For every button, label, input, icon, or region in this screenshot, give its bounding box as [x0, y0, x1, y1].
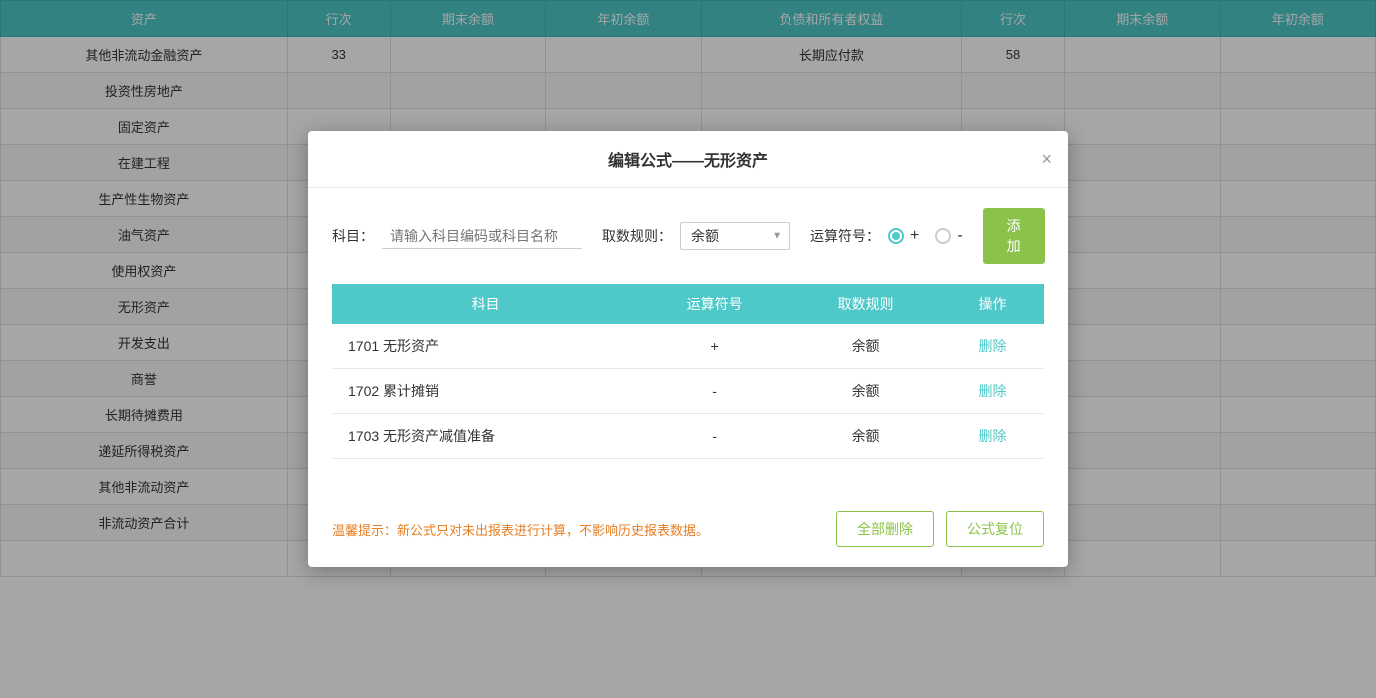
table-row: 1703 无形资产减值准备-余额 删除 — [332, 414, 1044, 459]
rule-select-wrapper: 余额 借方 贷方 借方发生额 贷方发生额 ▼ — [680, 222, 790, 250]
modal-body: 科目： 取数规则： 余额 借方 贷方 借方发生额 贷方发生额 ▼ — [308, 188, 1068, 499]
operator-radio-group: + - — [888, 227, 963, 245]
operator-label: 运算符号： — [810, 226, 880, 246]
reset-formula-button[interactable]: 公式复位 — [946, 511, 1044, 547]
rule-group: 取数规则： 余额 借方 贷方 借方发生额 贷方发生额 ▼ — [602, 222, 790, 250]
row-rule: 余额 — [790, 369, 941, 414]
modal-header: 编辑公式——无形资产 × — [308, 131, 1068, 188]
table-header-subject: 科目 — [332, 284, 639, 324]
table-row: 1702 累计摊销-余额 删除 — [332, 369, 1044, 414]
row-subject: 1703 无形资产减值准备 — [332, 414, 639, 459]
operator-minus-label: - — [957, 227, 962, 245]
table-header-operator: 运算符号 — [639, 284, 790, 324]
footer-buttons: 全部删除 公式复位 — [836, 511, 1044, 547]
subject-input[interactable] — [382, 224, 582, 249]
delete-row-button[interactable]: 删除 — [979, 426, 1007, 446]
rule-select[interactable]: 余额 借方 贷方 借方发生额 贷方发生额 — [680, 222, 790, 250]
row-action: 删除 — [941, 324, 1044, 369]
hint-text: 温馨提示：新公式只对未出报表进行计算，不影响历史报表数据。 — [332, 520, 709, 539]
subject-label: 科目： — [332, 226, 374, 246]
row-operator: + — [639, 324, 790, 369]
delete-all-button[interactable]: 全部删除 — [836, 511, 934, 547]
modal-title: 编辑公式——无形资产 — [608, 153, 768, 170]
delete-row-button[interactable]: 删除 — [979, 381, 1007, 401]
row-subject: 1701 无形资产 — [332, 324, 639, 369]
operator-plus-radio[interactable]: + — [888, 227, 919, 245]
subject-group: 科目： — [332, 224, 582, 249]
modal-close-button[interactable]: × — [1041, 150, 1052, 168]
rule-label: 取数规则： — [602, 226, 672, 246]
delete-row-button[interactable]: 删除 — [979, 336, 1007, 356]
modal-dialog: 编辑公式——无形资产 × 科目： 取数规则： 余额 借方 贷方 — [308, 131, 1068, 567]
operator-minus-radio[interactable]: - — [935, 227, 962, 245]
add-button[interactable]: 添加 — [983, 208, 1045, 264]
modal-footer: 温馨提示：新公式只对未出报表进行计算，不影响历史报表数据。 全部删除 公式复位 — [308, 499, 1068, 567]
table-header-action: 操作 — [941, 284, 1044, 324]
row-operator: - — [639, 414, 790, 459]
row-action: 删除 — [941, 414, 1044, 459]
table-header-rule: 取数规则 — [790, 284, 941, 324]
table-row: 1701 无形资产+余额 删除 — [332, 324, 1044, 369]
modal-overlay: 编辑公式——无形资产 × 科目： 取数规则： 余额 借方 贷方 — [0, 0, 1376, 698]
row-rule: 余额 — [790, 324, 941, 369]
formula-form-row: 科目： 取数规则： 余额 借方 贷方 借方发生额 贷方发生额 ▼ — [332, 208, 1044, 264]
row-action: 删除 — [941, 369, 1044, 414]
formula-table: 科目 运算符号 取数规则 操作 1701 无形资产+余额删除1702 累计摊销-… — [332, 284, 1044, 459]
radio-minus-circle — [935, 228, 951, 244]
operator-group: 运算符号： + - — [810, 226, 963, 246]
row-subject: 1702 累计摊销 — [332, 369, 639, 414]
row-rule: 余额 — [790, 414, 941, 459]
operator-plus-label: + — [910, 227, 919, 245]
radio-plus-circle — [888, 228, 904, 244]
row-operator: - — [639, 369, 790, 414]
